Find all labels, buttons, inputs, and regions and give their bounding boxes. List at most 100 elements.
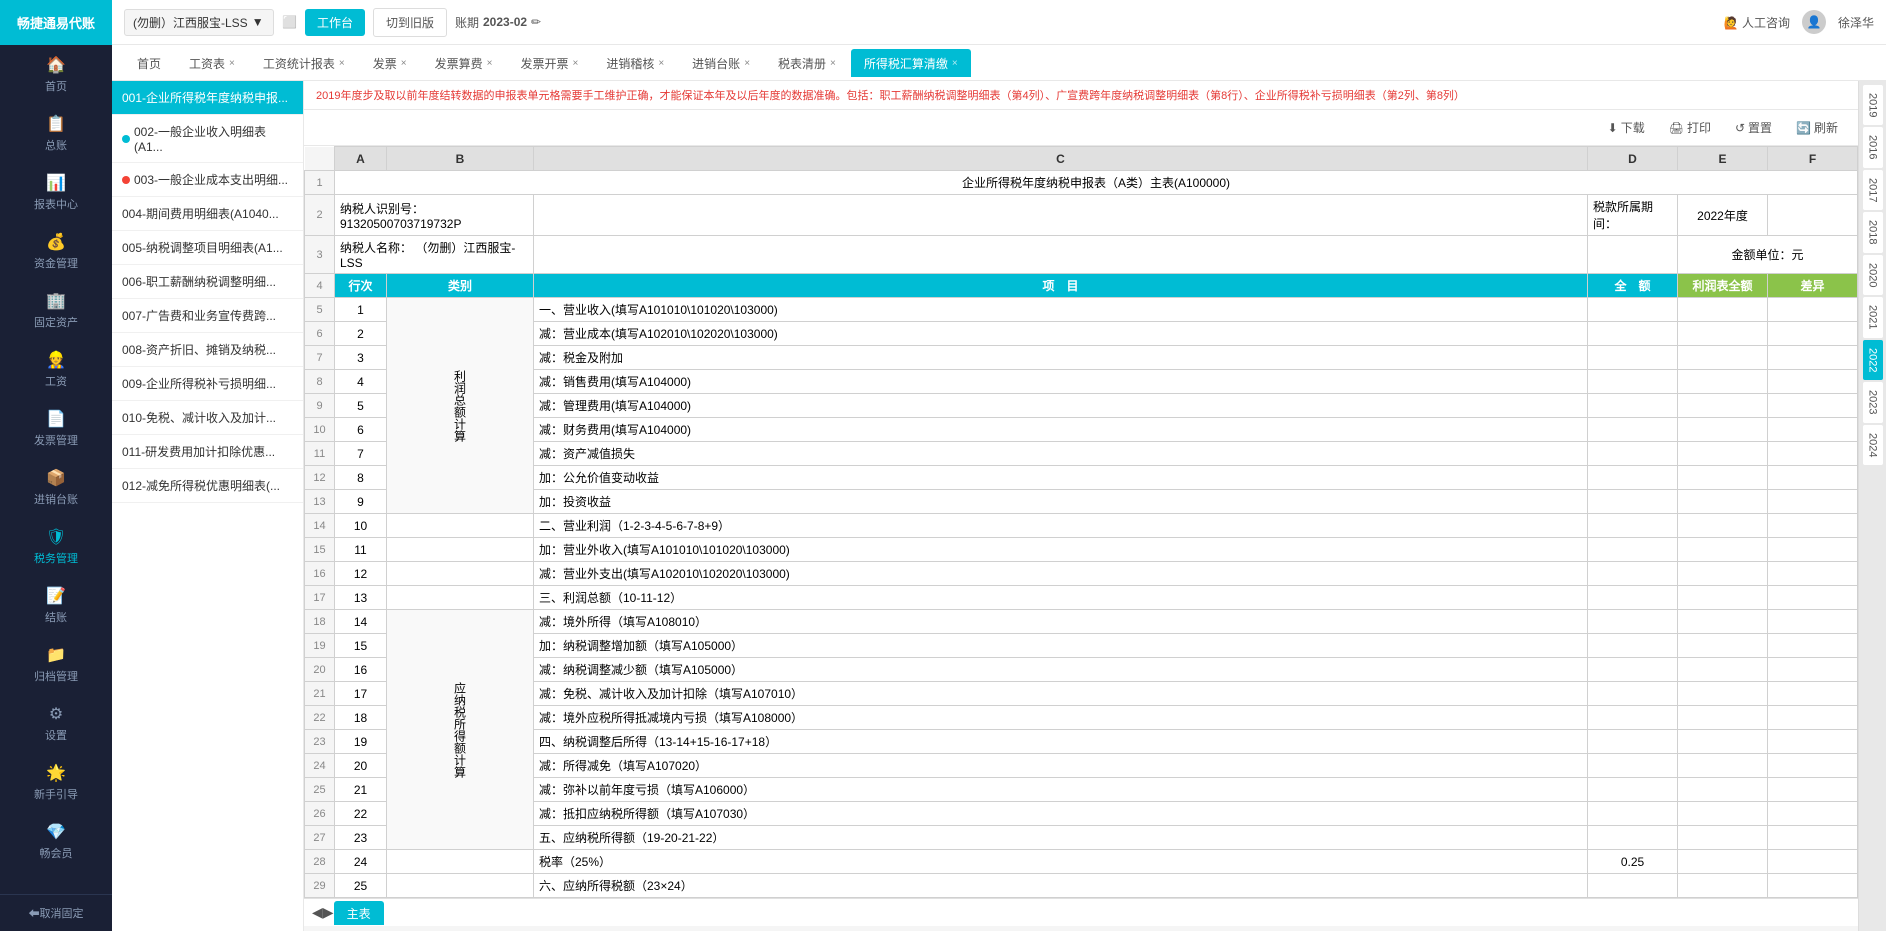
profit-cell[interactable] bbox=[1678, 754, 1768, 778]
diff-cell[interactable] bbox=[1768, 514, 1858, 538]
amount-cell[interactable] bbox=[1588, 634, 1678, 658]
amount-cell[interactable] bbox=[1588, 514, 1678, 538]
profit-cell[interactable] bbox=[1678, 538, 1768, 562]
diff-cell[interactable] bbox=[1768, 586, 1858, 610]
user-name[interactable]: 徐泽华 bbox=[1838, 14, 1874, 31]
profit-cell[interactable] bbox=[1678, 562, 1768, 586]
tab-close-icon[interactable]: × bbox=[572, 58, 578, 69]
diff-cell[interactable] bbox=[1768, 610, 1858, 634]
year-item-2021[interactable]: 2021 bbox=[1863, 297, 1883, 337]
amount-cell[interactable] bbox=[1588, 682, 1678, 706]
item-cell[interactable]: 减：免税、减计收入及加计扣除（填写A107010） bbox=[534, 682, 1588, 706]
item-cell[interactable]: 减：营业成本(填写A102010\102020\103000) bbox=[534, 322, 1588, 346]
left-panel-item-007[interactable]: 007-广告费和业务宣传费跨... bbox=[112, 299, 303, 333]
profit-cell[interactable] bbox=[1678, 658, 1768, 682]
print-button[interactable]: 🖨 打印 bbox=[1661, 116, 1719, 139]
item-cell[interactable]: 减：所得减免（填写A107020） bbox=[534, 754, 1588, 778]
item-cell[interactable]: 减：纳税调整减少额（填写A105000） bbox=[534, 658, 1588, 682]
item-cell[interactable]: 加：公允价值变动收益 bbox=[534, 466, 1588, 490]
profit-cell[interactable] bbox=[1678, 490, 1768, 514]
left-panel-item-006[interactable]: 006-职工薪酬纳税调整明细... bbox=[112, 265, 303, 299]
left-panel-item-005[interactable]: 005-纳税调整项目明细表(A1... bbox=[112, 231, 303, 265]
sidebar-item-guide[interactable]: 🌟 新手引导 bbox=[0, 753, 112, 812]
amount-cell[interactable] bbox=[1588, 802, 1678, 826]
diff-cell[interactable] bbox=[1768, 730, 1858, 754]
item-cell[interactable]: 减：境外所得（填写A108010） bbox=[534, 610, 1588, 634]
tab-home[interactable]: 首页 bbox=[124, 49, 174, 77]
sidebar-item-salary[interactable]: 👷 工资 bbox=[0, 340, 112, 399]
left-panel-item-002[interactable]: 002-一般企业收入明细表(A1... bbox=[112, 115, 303, 163]
diff-cell[interactable] bbox=[1768, 874, 1858, 898]
sidebar-item-close[interactable]: 📝 结账 bbox=[0, 576, 112, 635]
sidebar-footer[interactable]: ⬅取消固定 bbox=[0, 894, 112, 931]
tab-close-icon[interactable]: × bbox=[339, 58, 345, 69]
left-panel-item-004[interactable]: 004-期间费用明细表(A1040... bbox=[112, 197, 303, 231]
tab-invoice[interactable]: 发票 × bbox=[360, 49, 420, 77]
amount-cell[interactable] bbox=[1588, 370, 1678, 394]
left-panel-item-010[interactable]: 010-免税、减计收入及加计... bbox=[112, 401, 303, 435]
amount-cell[interactable] bbox=[1588, 826, 1678, 850]
item-cell[interactable]: 三、利润总额（10-11-12） bbox=[534, 586, 1588, 610]
amount-cell[interactable] bbox=[1588, 538, 1678, 562]
amount-cell[interactable] bbox=[1588, 586, 1678, 610]
tab-salary[interactable]: 工资表 × bbox=[176, 49, 248, 77]
sidebar-item-settings[interactable]: ⚙ 设置 bbox=[0, 694, 112, 753]
diff-cell[interactable] bbox=[1768, 394, 1858, 418]
workbench-button[interactable]: 工作台 bbox=[305, 9, 365, 36]
profit-cell[interactable] bbox=[1678, 418, 1768, 442]
company-selector[interactable]: (勿删）江西服宝-LSS ▼ bbox=[124, 9, 274, 36]
download-button[interactable]: ⬇ 下载 bbox=[1600, 116, 1653, 139]
profit-cell[interactable] bbox=[1678, 322, 1768, 346]
sidebar-item-archive[interactable]: 📁 归档管理 bbox=[0, 635, 112, 694]
item-cell[interactable]: 减：资产减值损失 bbox=[534, 442, 1588, 466]
profit-cell[interactable] bbox=[1678, 850, 1768, 874]
profit-cell[interactable] bbox=[1678, 610, 1768, 634]
tab-close-icon[interactable]: × bbox=[487, 58, 493, 69]
sidebar-item-invoice[interactable]: 📄 发票管理 bbox=[0, 399, 112, 458]
profit-cell[interactable] bbox=[1678, 682, 1768, 706]
diff-cell[interactable] bbox=[1768, 778, 1858, 802]
refresh-button[interactable]: 🔄 刷新 bbox=[1788, 116, 1846, 139]
edit-icon[interactable]: ✏ bbox=[531, 15, 541, 29]
item-cell[interactable]: 六、应纳所得税额（23×24） bbox=[534, 874, 1588, 898]
year-item-2024[interactable]: 2024 bbox=[1863, 425, 1883, 465]
amount-cell[interactable] bbox=[1588, 754, 1678, 778]
item-cell[interactable]: 二、营业利润（1-2-3-4-5-6-7-8+9） bbox=[534, 514, 1588, 538]
amount-cell[interactable] bbox=[1588, 346, 1678, 370]
left-panel-item-009[interactable]: 009-企业所得税补亏损明细... bbox=[112, 367, 303, 401]
diff-cell[interactable] bbox=[1768, 682, 1858, 706]
diff-cell[interactable] bbox=[1768, 370, 1858, 394]
profit-cell[interactable] bbox=[1678, 466, 1768, 490]
diff-cell[interactable] bbox=[1768, 346, 1858, 370]
year-item-2019[interactable]: 2019 bbox=[1863, 85, 1883, 125]
left-panel-item-012[interactable]: 012-减免所得税优惠明细表(... bbox=[112, 469, 303, 503]
sidebar-item-member[interactable]: 💎 畅会员 bbox=[0, 812, 112, 871]
amount-cell[interactable] bbox=[1588, 322, 1678, 346]
item-cell[interactable]: 减：境外应税所得抵减境内亏损（填写A108000） bbox=[534, 706, 1588, 730]
item-cell[interactable]: 减：销售费用(填写A104000) bbox=[534, 370, 1588, 394]
sidebar-item-funds[interactable]: 💰 资金管理 bbox=[0, 222, 112, 281]
year-item-2016[interactable]: 2016 bbox=[1863, 127, 1883, 167]
tab-salary-stats[interactable]: 工资统计报表 × bbox=[250, 49, 358, 77]
profit-cell[interactable] bbox=[1678, 346, 1768, 370]
profit-cell[interactable] bbox=[1678, 442, 1768, 466]
amount-cell[interactable] bbox=[1588, 490, 1678, 514]
diff-cell[interactable] bbox=[1768, 442, 1858, 466]
item-cell[interactable]: 减：税金及附加 bbox=[534, 346, 1588, 370]
diff-cell[interactable] bbox=[1768, 322, 1858, 346]
profit-cell[interactable] bbox=[1678, 298, 1768, 322]
amount-cell[interactable] bbox=[1588, 298, 1678, 322]
item-cell[interactable]: 减：弥补以前年度亏损（填写A106000） bbox=[534, 778, 1588, 802]
item-cell[interactable]: 加：营业外收入(填写A101010\101020\103000) bbox=[534, 538, 1588, 562]
tab-audit[interactable]: 进销稽核 × bbox=[593, 49, 677, 77]
tab-invoice-open[interactable]: 发票开票 × bbox=[507, 49, 591, 77]
amount-cell[interactable] bbox=[1588, 418, 1678, 442]
sidebar-item-home[interactable]: 🏠 首页 bbox=[0, 45, 112, 104]
tab-income-tax[interactable]: 所得税汇算清缴 × bbox=[851, 49, 971, 77]
tab-close-icon[interactable]: × bbox=[830, 58, 836, 69]
tab-ledger[interactable]: 进销台账 × bbox=[679, 49, 763, 77]
sidebar-item-reports[interactable]: 📊 报表中心 bbox=[0, 163, 112, 222]
sidebar-item-sales[interactable]: 📦 进销台账 bbox=[0, 458, 112, 517]
switch-button[interactable]: 切到旧版 bbox=[373, 8, 447, 37]
amount-cell[interactable] bbox=[1588, 778, 1678, 802]
